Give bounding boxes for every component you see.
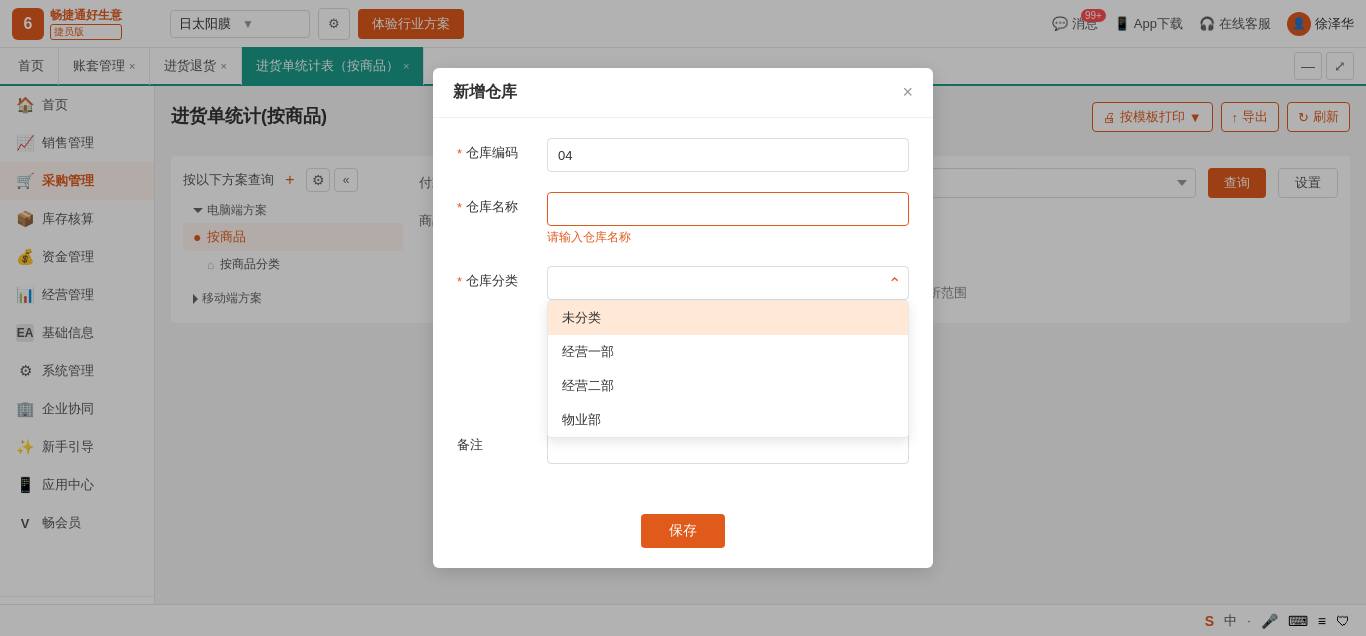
code-row: * 仓库编码 [457,138,909,172]
category-dropdown: 未分类 经营一部 经营二部 物业部 [547,300,909,438]
name-input[interactable] [547,192,909,226]
category-input[interactable] [547,266,909,300]
name-label: * 仓库名称 [457,192,537,216]
new-warehouse-modal: 新增仓库 × * 仓库编码 * 仓库名称 [433,68,933,568]
name-input-wrap: 请输入仓库名称 [547,192,909,246]
category-input-wrap: ⌃ 未分类 经营一部 经营二部 物业部 [547,266,909,300]
modal-title: 新增仓库 [453,82,517,103]
code-input[interactable] [547,138,909,172]
modal-header: 新增仓库 × [433,68,933,118]
category-row: * 仓库分类 ⌃ 未分类 经营一部 经营二部 物业部 [457,266,909,300]
dropdown-item-property[interactable]: 物业部 [548,403,908,437]
note-label: 备注 [457,430,537,454]
modal-footer: 保存 [433,504,933,548]
category-input-container: ⌃ [547,266,909,300]
code-label: * 仓库编码 [457,138,537,162]
dropdown-item-ops1[interactable]: 经营一部 [548,335,908,369]
category-label: * 仓库分类 [457,266,537,290]
modal-overlay: 新增仓库 × * 仓库编码 * 仓库名称 [0,0,1366,636]
dropdown-item-ops2[interactable]: 经营二部 [548,369,908,403]
name-error-tip: 请输入仓库名称 [547,229,909,246]
code-input-wrap [547,138,909,172]
name-row: * 仓库名称 请输入仓库名称 [457,192,909,246]
dropdown-item-none[interactable]: 未分类 [548,301,908,335]
modal-close-btn[interactable]: × [902,82,913,103]
modal-body: * 仓库编码 * 仓库名称 请输入仓库名称 [433,118,933,504]
save-button[interactable]: 保存 [641,514,725,548]
chevron-up-icon[interactable]: ⌃ [888,274,901,293]
